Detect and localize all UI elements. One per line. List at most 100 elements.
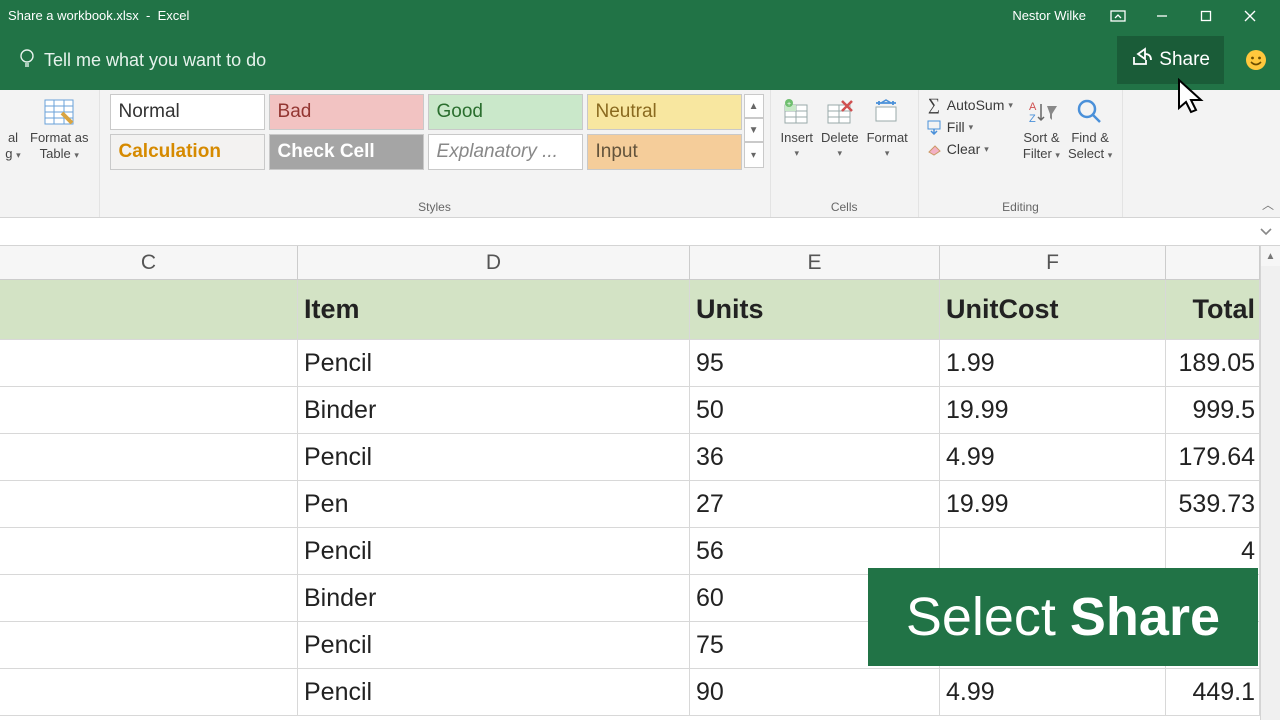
cell-unitcost[interactable]: 19.99 <box>940 481 1166 528</box>
cell-item[interactable]: Pencil <box>298 434 690 481</box>
format-cells-button[interactable]: Format▾ <box>863 94 912 160</box>
formula-bar[interactable] <box>0 218 1280 246</box>
tell-me-bar: Tell me what you want to do Share <box>0 30 1280 90</box>
tell-me-text[interactable]: Tell me what you want to do <box>44 50 266 71</box>
autosum-button[interactable]: ∑ AutoSum ▾ <box>925 96 1013 114</box>
col-header-e[interactable]: E <box>690 246 940 279</box>
cell-item[interactable]: Pencil <box>298 622 690 669</box>
clear-button[interactable]: Clear ▾ <box>925 140 1013 158</box>
col-header-c[interactable]: C <box>0 246 298 279</box>
insert-cells-button[interactable]: + Insert▾ <box>777 94 818 160</box>
user-name[interactable]: Nestor Wilke <box>1012 8 1086 23</box>
close-icon[interactable] <box>1228 7 1272 23</box>
svg-text:+: + <box>787 101 791 108</box>
expand-formula-bar-icon[interactable] <box>1256 222 1276 240</box>
document-title: Share a workbook.xlsx - Excel <box>8 8 189 23</box>
column-headers: C D E F <box>0 246 1280 280</box>
vertical-scrollbar[interactable]: ▲ <box>1260 246 1280 720</box>
sort-filter-button[interactable]: AZ Sort & Filter ▾ <box>1019 94 1064 163</box>
filename: Share a workbook.xlsx <box>8 8 139 23</box>
ribbon-display-options-icon[interactable] <box>1096 7 1140 23</box>
instruction-callout: Select Share <box>868 568 1258 666</box>
cell-unitcost[interactable]: 4.99 <box>940 669 1166 716</box>
table-row: Pen2719.99539.73 <box>0 481 1280 528</box>
header-item[interactable]: Item <box>298 280 690 340</box>
delete-cells-icon <box>824 96 856 128</box>
style-check-cell[interactable]: Check Cell <box>269 134 424 170</box>
table-row: Binder5019.99999.5 <box>0 387 1280 434</box>
conditional-formatting-button[interactable]: al g ▾ <box>0 94 26 163</box>
minimize-icon[interactable] <box>1140 7 1184 23</box>
style-normal[interactable]: Normal <box>110 94 265 130</box>
cell-total[interactable]: 539.73 <box>1166 481 1260 528</box>
cell-item[interactable]: Binder <box>298 575 690 622</box>
style-calculation[interactable]: Calculation <box>110 134 265 170</box>
cell-unitcost[interactable]: 4.99 <box>940 434 1166 481</box>
cell-item[interactable]: Pencil <box>298 669 690 716</box>
cell-styles-gallery[interactable]: Normal Bad Good Neutral Calculation Chec… <box>110 94 742 170</box>
table-row: Pencil904.99449.1 <box>0 669 1280 716</box>
format-as-table-icon <box>43 96 75 128</box>
cell-units[interactable]: 36 <box>690 434 940 481</box>
style-explanatory[interactable]: Explanatory ... <box>428 134 583 170</box>
title-bar: Share a workbook.xlsx - Excel Nestor Wil… <box>0 0 1280 30</box>
cell-item[interactable]: Pencil <box>298 528 690 575</box>
cell-total[interactable]: 449.1 <box>1166 669 1260 716</box>
table-header-row: Item Units UnitCost Total <box>0 280 1280 340</box>
gallery-scroll-down-icon[interactable]: ▼ <box>744 118 764 142</box>
cell-units[interactable]: 95 <box>690 340 940 387</box>
cell-unitcost[interactable]: 1.99 <box>940 340 1166 387</box>
share-icon <box>1131 46 1153 74</box>
eraser-icon <box>925 140 943 158</box>
cell-item[interactable]: Pencil <box>298 340 690 387</box>
header-unitcost[interactable]: UnitCost <box>940 280 1166 340</box>
sort-filter-icon: AZ <box>1025 96 1057 128</box>
table-row: Pencil951.99189.05 <box>0 340 1280 387</box>
style-good[interactable]: Good <box>428 94 583 130</box>
insert-cells-icon: + <box>781 96 813 128</box>
maximize-icon[interactable] <box>1184 7 1228 23</box>
callout-text-b: Share <box>1070 586 1220 648</box>
cell-total[interactable]: 179.64 <box>1166 434 1260 481</box>
col-header-f[interactable]: F <box>940 246 1166 279</box>
header-total[interactable]: Total <box>1166 280 1260 340</box>
col-header-d[interactable]: D <box>298 246 690 279</box>
cell-total[interactable]: 189.05 <box>1166 340 1260 387</box>
sigma-icon: ∑ <box>925 96 943 114</box>
svg-text:A: A <box>1029 101 1037 113</box>
cell-units[interactable]: 90 <box>690 669 940 716</box>
lightbulb-icon <box>18 48 36 73</box>
scroll-up-icon[interactable]: ▲ <box>1261 246 1280 266</box>
styles-gallery-nav: ▲ ▼ ▾ <box>744 94 764 168</box>
cell-item[interactable]: Binder <box>298 387 690 434</box>
delete-cells-button[interactable]: Delete▾ <box>817 94 863 160</box>
gallery-scroll-up-icon[interactable]: ▲ <box>744 94 764 118</box>
styles-group-label: Styles <box>418 200 451 217</box>
share-button[interactable]: Share <box>1117 36 1224 84</box>
gallery-more-icon[interactable]: ▾ <box>744 142 764 168</box>
cell-total[interactable]: 999.5 <box>1166 387 1260 434</box>
format-as-table-button[interactable]: Format as Table ▾ <box>26 94 93 163</box>
feedback-smiley-icon[interactable] <box>1242 46 1270 74</box>
fill-down-icon <box>925 118 943 136</box>
callout-text-a: Select <box>906 586 1056 648</box>
table-row: Pencil364.99179.64 <box>0 434 1280 481</box>
fill-button[interactable]: Fill ▾ <box>925 118 1013 136</box>
ribbon: al g ▾ Format as Table ▾ Normal Bad Good… <box>0 90 1280 218</box>
style-bad[interactable]: Bad <box>269 94 424 130</box>
col-header-g[interactable] <box>1166 246 1260 279</box>
find-select-button[interactable]: Find & Select ▾ <box>1064 94 1116 163</box>
cell-item[interactable]: Pen <box>298 481 690 528</box>
header-units[interactable]: Units <box>690 280 940 340</box>
editing-group-label: Editing <box>1002 200 1039 217</box>
style-input[interactable]: Input <box>587 134 742 170</box>
cell-units[interactable]: 27 <box>690 481 940 528</box>
share-label: Share <box>1159 49 1210 71</box>
collapse-ribbon-icon[interactable]: ︿ <box>1262 196 1274 213</box>
app-name: Excel <box>158 8 190 23</box>
format-cells-icon <box>871 96 903 128</box>
cells-group-label: Cells <box>831 200 858 217</box>
cell-unitcost[interactable]: 19.99 <box>940 387 1166 434</box>
cell-units[interactable]: 50 <box>690 387 940 434</box>
style-neutral[interactable]: Neutral <box>587 94 742 130</box>
